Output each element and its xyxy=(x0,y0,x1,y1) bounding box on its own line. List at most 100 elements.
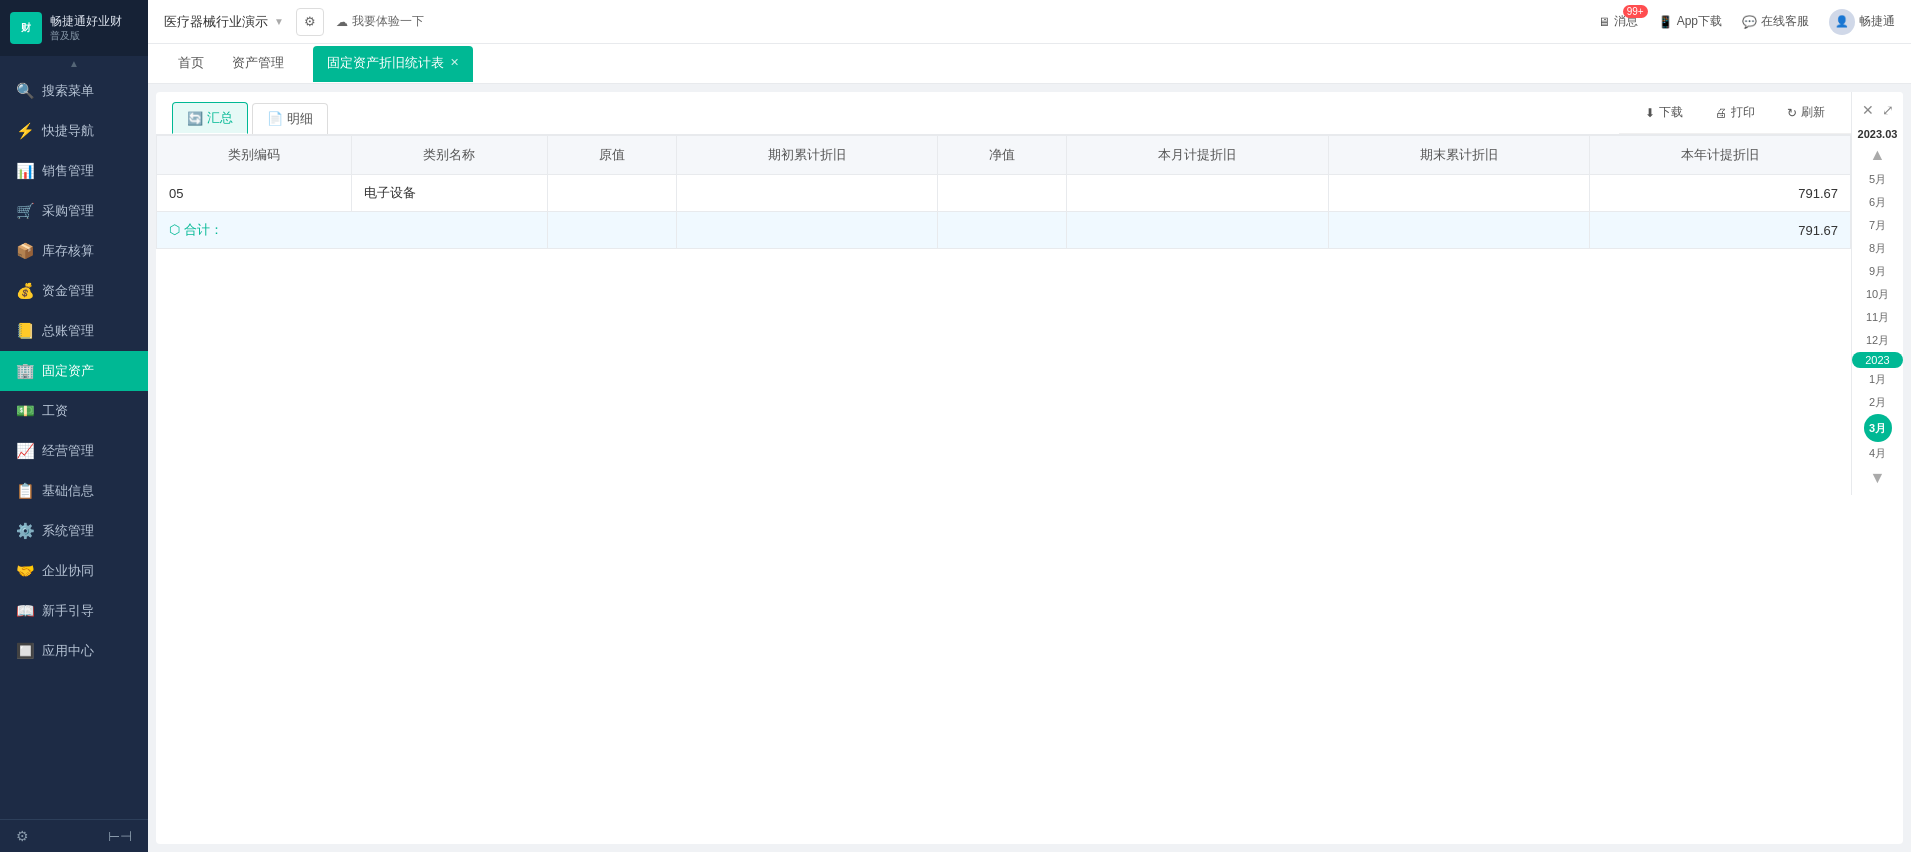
table-cell: 05 xyxy=(157,175,352,212)
sidebar-item-quick-nav[interactable]: ⚡ 快捷导航 xyxy=(0,111,148,151)
month-item[interactable]: 1月 xyxy=(1852,368,1903,391)
fixed-assets-icon: 🏢 xyxy=(16,362,34,380)
app-center-icon: 🔲 xyxy=(16,642,34,660)
print-button[interactable]: 🖨 打印 xyxy=(1705,100,1765,125)
content-area: 🔄 汇总 📄 明细 ⬇ 下载 🖨 打印 ↻ xyxy=(156,92,1903,844)
month-item[interactable]: 9月 xyxy=(1852,260,1903,283)
sidebar-item-operations[interactable]: 📈 经营管理 xyxy=(0,431,148,471)
sidebar: 财 畅捷通好业财 普及版 ▲ 🔍 搜索菜单 ⚡ 快捷导航 📊 销售管理 🛒 采购… xyxy=(0,0,148,852)
table-row: 05电子设备791.67 xyxy=(157,175,1851,212)
col-header: 本月计提折旧 xyxy=(1067,136,1328,175)
sidebar-label-payroll: 工资 xyxy=(42,402,68,420)
sub-tabs: 🔄 汇总 📄 明细 xyxy=(156,92,344,134)
month-item[interactable]: 4月 xyxy=(1852,442,1903,465)
col-header: 类别名称 xyxy=(352,136,547,175)
message-badge: 99+ xyxy=(1623,5,1648,18)
refresh-icon: ↻ xyxy=(1787,106,1797,120)
settings-button[interactable]: ⚙ xyxy=(296,8,324,36)
month-item[interactable]: 8月 xyxy=(1852,237,1903,260)
sidebar-label-guide: 新手引导 xyxy=(42,602,94,620)
sidebar-label-operations: 经营管理 xyxy=(42,442,94,460)
month-item[interactable]: 2月 xyxy=(1852,391,1903,414)
year-marker[interactable]: 2023 xyxy=(1852,352,1903,368)
message-button[interactable]: 🖥 消息 99+ xyxy=(1598,13,1638,30)
app-icon: 📱 xyxy=(1658,15,1673,29)
sidebar-label-basic-info: 基础信息 xyxy=(42,482,94,500)
tab-depreciation[interactable]: 固定资产折旧统计表 ✕ xyxy=(313,46,473,82)
guide-icon: 📖 xyxy=(16,602,34,620)
app-download-button[interactable]: 📱 App下载 xyxy=(1658,13,1722,30)
month-item[interactable]: 6月 xyxy=(1852,191,1903,214)
month-scroll-down[interactable]: ▼ xyxy=(1866,465,1890,491)
tab-home[interactable]: 首页 xyxy=(164,46,218,82)
month-item[interactable]: 3月 xyxy=(1864,414,1892,442)
sidebar-item-system[interactable]: ⚙️ 系统管理 xyxy=(0,511,148,551)
download-button[interactable]: ⬇ 下载 xyxy=(1635,100,1693,125)
month-item[interactable]: 7月 xyxy=(1852,214,1903,237)
tab-label-depreciation: 固定资产折旧统计表 xyxy=(327,54,444,72)
purchase-icon: 🛒 xyxy=(16,202,34,220)
refresh-button[interactable]: ↻ 刷新 xyxy=(1777,100,1835,125)
total-cell xyxy=(676,212,937,249)
month-scroll-up[interactable]: ▲ xyxy=(1866,142,1890,168)
month-item[interactable]: 5月 xyxy=(1852,168,1903,191)
sidebar-item-finance[interactable]: 💰 资金管理 xyxy=(0,271,148,311)
panel-expand-icon[interactable]: ⤢ xyxy=(1878,100,1898,120)
logo-icon: 财 xyxy=(10,12,42,44)
total-cell xyxy=(938,212,1067,249)
sidebar-item-enterprise[interactable]: 🤝 企业协同 xyxy=(0,551,148,591)
sidebar-item-ledger[interactable]: 📒 总账管理 xyxy=(0,311,148,351)
tab-close-depreciation[interactable]: ✕ xyxy=(450,56,459,69)
sub-tab-detail[interactable]: 📄 明细 xyxy=(252,103,328,134)
year-display: 2023.03 xyxy=(1858,124,1898,142)
total-icon: ⬡ xyxy=(169,222,180,237)
month-item[interactable]: 11月 xyxy=(1852,306,1903,329)
right-panel: ✕ ⤢ 2023.03 ▲5月6月7月8月9月10月11月12月20231月2月… xyxy=(1851,92,1903,495)
sidebar-scroll-up[interactable]: ▲ xyxy=(69,58,79,69)
settings-icon[interactable]: ⚙ xyxy=(16,828,29,844)
sidebar-label-search: 搜索菜单 xyxy=(42,82,94,100)
sidebar-item-payroll[interactable]: 💵 工资 xyxy=(0,391,148,431)
collapse-icon[interactable]: ⊢⊣ xyxy=(108,828,132,844)
table-cell xyxy=(1328,175,1589,212)
topbar-right: 🖥 消息 99+ 📱 App下载 💬 在线客服 👤 畅捷通 xyxy=(1598,9,1895,35)
tab-close-asset-mgmt[interactable]: ✕ xyxy=(290,56,299,69)
tab-label-home: 首页 xyxy=(178,54,204,72)
company-selector[interactable]: 医疗器械行业演示 ▼ xyxy=(164,13,284,31)
sidebar-label-finance: 资金管理 xyxy=(42,282,94,300)
sidebar-item-purchase[interactable]: 🛒 采购管理 xyxy=(0,191,148,231)
tab-asset-mgmt[interactable]: 资产管理✕ xyxy=(218,46,313,82)
sidebar-item-guide[interactable]: 📖 新手引导 xyxy=(0,591,148,631)
basic-info-icon: 📋 xyxy=(16,482,34,500)
system-icon: ⚙️ xyxy=(16,522,34,540)
payroll-icon: 💵 xyxy=(16,402,34,420)
sidebar-item-fixed-assets[interactable]: 🏢 固定资产 xyxy=(0,351,148,391)
experience-button[interactable]: ☁ 我要体验一下 xyxy=(336,13,424,30)
panel-close-icon[interactable]: ✕ xyxy=(1858,100,1878,120)
download-icon: ⬇ xyxy=(1645,106,1655,120)
col-header: 净值 xyxy=(938,136,1067,175)
sidebar-item-search[interactable]: 🔍 搜索菜单 xyxy=(0,71,148,111)
dropdown-icon: ▼ xyxy=(274,16,284,27)
avatar: 👤 xyxy=(1829,9,1855,35)
depreciation-table: 类别编码类别名称原值期初累计折旧净值本月计提折旧期末累计折旧本年计提折旧05电子… xyxy=(156,135,1851,249)
sub-tab-summary[interactable]: 🔄 汇总 xyxy=(172,102,248,134)
detail-subtab-icon: 📄 xyxy=(267,111,283,126)
sidebar-footer: ⚙ ⊢⊣ xyxy=(0,819,148,852)
sidebar-item-basic-info[interactable]: 📋 基础信息 xyxy=(0,471,148,511)
month-item[interactable]: 12月 xyxy=(1852,329,1903,352)
user-menu[interactable]: 👤 畅捷通 xyxy=(1829,9,1895,35)
app-name: 畅捷通好业财 xyxy=(50,13,122,30)
online-service-button[interactable]: 💬 在线客服 xyxy=(1742,13,1809,30)
print-icon: 🖨 xyxy=(1715,106,1727,120)
table-cell: 791.67 xyxy=(1589,175,1850,212)
total-cell xyxy=(1328,212,1589,249)
search-icon: 🔍 xyxy=(16,82,34,100)
sidebar-item-inventory[interactable]: 📦 库存核算 xyxy=(0,231,148,271)
month-item[interactable]: 10月 xyxy=(1852,283,1903,306)
sidebar-item-sales[interactable]: 📊 销售管理 xyxy=(0,151,148,191)
sidebar-item-app-center[interactable]: 🔲 应用中心 xyxy=(0,631,148,671)
operations-icon: 📈 xyxy=(16,442,34,460)
avatar-icon: 👤 xyxy=(1835,15,1849,28)
total-label-text: 合计： xyxy=(184,222,223,237)
